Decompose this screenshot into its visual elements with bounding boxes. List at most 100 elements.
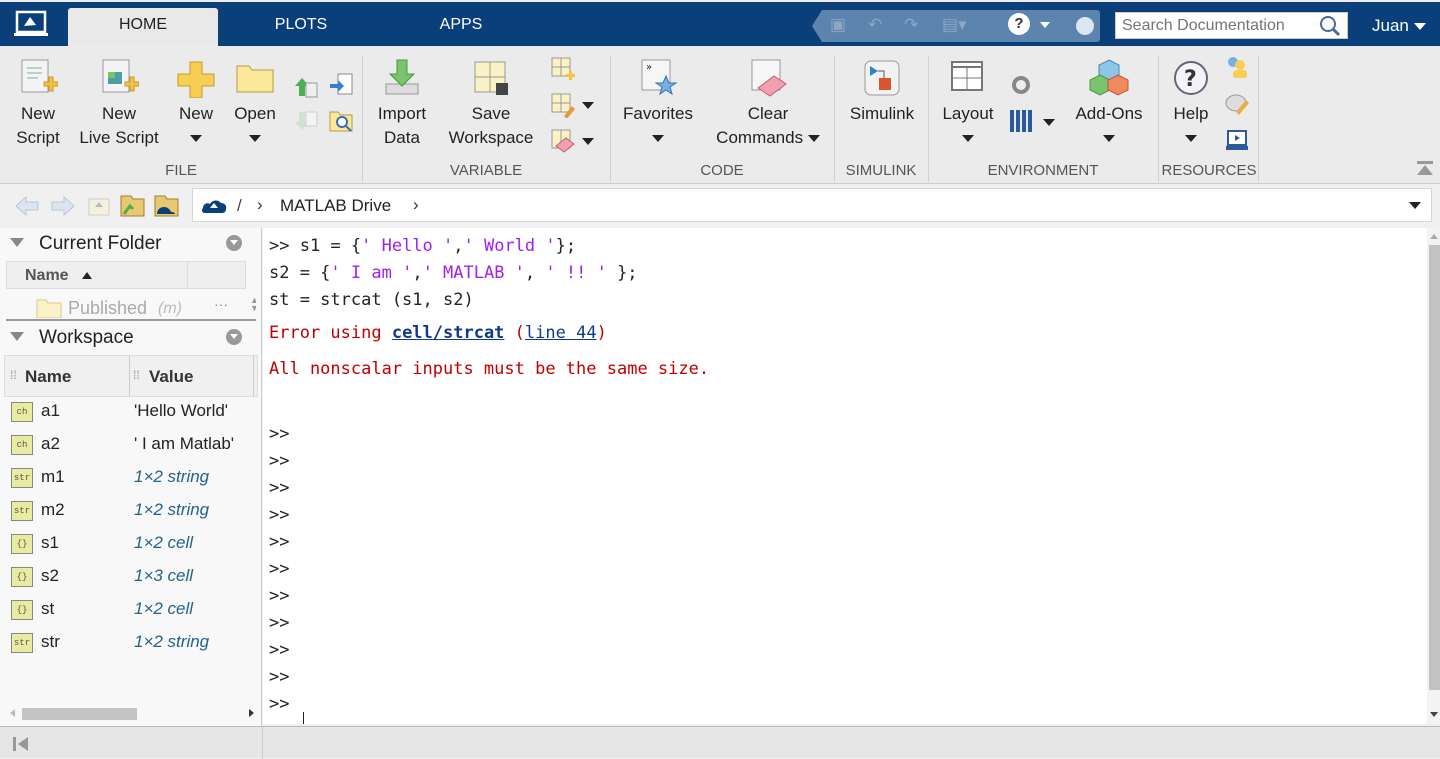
workspace-row[interactable]: ch a1 'Hello World': [8, 397, 258, 430]
scroll-down-icon[interactable]: [1430, 712, 1438, 717]
scroll-left-icon[interactable]: [10, 709, 15, 717]
go-up-icon[interactable]: [293, 74, 319, 100]
name-column-header[interactable]: Name: [25, 267, 69, 285]
workspace-horizontal-scrollbar[interactable]: [6, 706, 258, 722]
panel-divider[interactable]: [6, 319, 256, 321]
collapse-panel-icon[interactable]: [12, 736, 30, 757]
error-line-link[interactable]: line 44: [525, 323, 597, 343]
drag-handle-icon[interactable]: ⁞⁞: [133, 368, 140, 382]
scroll-up-icon[interactable]: [1430, 234, 1438, 239]
sort-ascending-icon: [82, 272, 92, 279]
matlab-drive-folder-icon[interactable]: [152, 192, 180, 223]
clear-workspace-icon[interactable]: [550, 128, 576, 154]
help-icon[interactable]: ?: [1008, 13, 1030, 35]
tab-home[interactable]: HOME: [68, 8, 218, 48]
panel-options-icon[interactable]: [226, 235, 242, 251]
tab-apps[interactable]: APPS: [386, 8, 536, 48]
command-prompt: >>: [269, 532, 290, 552]
address-path-field[interactable]: / › MATLAB Drive ›: [192, 188, 1432, 222]
learn-matlab-icon[interactable]: [1224, 128, 1250, 154]
redo-icon[interactable]: ↷: [904, 15, 918, 35]
back-icon[interactable]: [14, 195, 40, 222]
new-script-button[interactable]: New Script: [8, 58, 68, 150]
scrollbar-thumb[interactable]: [1429, 245, 1440, 690]
workspace-row[interactable]: ch a2 ' I am Matlab': [8, 430, 258, 463]
forward-icon[interactable]: [50, 195, 76, 222]
folder-scrollbar[interactable]: ▲ ▼: [250, 296, 256, 313]
variable-value: 'Hello World': [134, 401, 229, 420]
name-column-header[interactable]: Name: [25, 367, 71, 387]
chevron-down-icon: [1413, 23, 1426, 31]
chevron-right-icon[interactable]: ›: [413, 195, 419, 215]
add-ons-button[interactable]: Add-Ons: [1066, 58, 1152, 150]
clear-commands-label-2: Commands: [716, 128, 804, 147]
workspace-header[interactable]: Workspace: [0, 322, 262, 354]
workspace-row[interactable]: str m1 1×2 string: [8, 463, 258, 496]
open-caret-icon: [249, 135, 261, 143]
user-menu[interactable]: Juan: [1372, 16, 1426, 36]
preferences-gear-icon[interactable]: [1008, 72, 1034, 98]
open-variable-caret-icon[interactable]: [582, 102, 594, 109]
new-dropdown-button[interactable]: New: [170, 58, 222, 150]
scroll-right-icon[interactable]: [249, 709, 254, 717]
panel-options-icon[interactable]: [226, 329, 242, 345]
search-documentation-field[interactable]: [1115, 12, 1348, 39]
path-root[interactable]: /: [237, 196, 242, 216]
save-workspace-button[interactable]: Save Workspace: [444, 58, 538, 150]
help-button[interactable]: ? Help: [1166, 58, 1216, 150]
layout-button[interactable]: Layout: [936, 58, 1000, 150]
save-icon[interactable]: ▣: [830, 15, 846, 35]
clear-workspace-caret-icon[interactable]: [582, 138, 594, 145]
favorites-button[interactable]: » Favorites: [618, 58, 698, 150]
tab-plots[interactable]: PLOTS: [226, 8, 376, 48]
collapse-toolstrip-icon[interactable]: [1416, 160, 1434, 178]
current-folder-header[interactable]: Current Folder: [0, 228, 262, 260]
collapse-triangle-icon[interactable]: [10, 332, 24, 341]
find-files-icon[interactable]: [328, 108, 354, 134]
workspace-row[interactable]: str m2 1×2 string: [8, 496, 258, 529]
drag-handle-icon[interactable]: ⁞⁞: [10, 368, 17, 382]
new-live-script-button[interactable]: New Live Script: [76, 58, 162, 150]
more-options-icon[interactable]: ···: [214, 296, 228, 312]
set-path-icon[interactable]: [1008, 108, 1034, 134]
char-variable-icon: ch: [11, 402, 33, 422]
new-live-script-icon: [99, 58, 140, 98]
command-window[interactable]: >> s1 = {' Hello ',' World '}; s2 = {' I…: [263, 228, 1427, 724]
new-variable-icon[interactable]: [550, 56, 576, 82]
address-bar: / › MATLAB Drive ›: [0, 185, 1440, 227]
set-path-caret-icon[interactable]: [1043, 119, 1055, 126]
workspace-row[interactable]: str str 1×2 string: [8, 628, 258, 661]
switch-windows-icon[interactable]: ▤▾: [942, 15, 967, 35]
favorites-caret-icon: [652, 135, 664, 143]
command-prompt: >>: [269, 667, 290, 687]
import-file-icon[interactable]: [328, 72, 354, 98]
error-function-link[interactable]: cell/strcat: [392, 323, 505, 343]
simulink-button[interactable]: Simulink: [842, 58, 922, 126]
workspace-row[interactable]: {} s1 1×2 cell: [8, 529, 258, 562]
workspace-row[interactable]: {} s2 1×3 cell: [8, 562, 258, 595]
matlab-logo-icon[interactable]: [14, 10, 48, 38]
path-history-dropdown-icon[interactable]: [1409, 202, 1421, 209]
folder-list-item[interactable]: Published (m) ··· ▲ ▼: [6, 290, 256, 320]
clear-commands-button[interactable]: Clear Commands: [708, 58, 828, 150]
undo-icon[interactable]: ↶: [868, 15, 882, 35]
collapse-triangle-icon[interactable]: [10, 238, 24, 247]
search-input[interactable]: [1116, 13, 1316, 38]
value-column-header[interactable]: Value: [149, 367, 193, 387]
search-icon[interactable]: [1319, 15, 1341, 37]
browse-folder-icon[interactable]: [118, 192, 146, 223]
open-variable-icon[interactable]: [550, 92, 576, 119]
up-one-level-icon[interactable]: [87, 195, 111, 222]
scrollbar-thumb[interactable]: [22, 708, 137, 720]
workspace-row[interactable]: {} st 1×2 cell: [8, 595, 258, 628]
chevron-right-icon[interactable]: ›: [257, 195, 263, 215]
path-folder[interactable]: MATLAB Drive: [280, 196, 391, 216]
variable-value: 1×3 cell: [134, 566, 194, 585]
customize-toolbar-icon[interactable]: [1076, 17, 1094, 35]
request-support-icon[interactable]: [1224, 92, 1250, 118]
import-data-button[interactable]: Import Data: [370, 58, 434, 150]
community-icon[interactable]: [1224, 54, 1250, 80]
open-dropdown-button[interactable]: Open: [228, 58, 282, 150]
current-folder-column-header[interactable]: Name: [6, 261, 246, 289]
help-dropdown-icon[interactable]: [1040, 22, 1050, 28]
